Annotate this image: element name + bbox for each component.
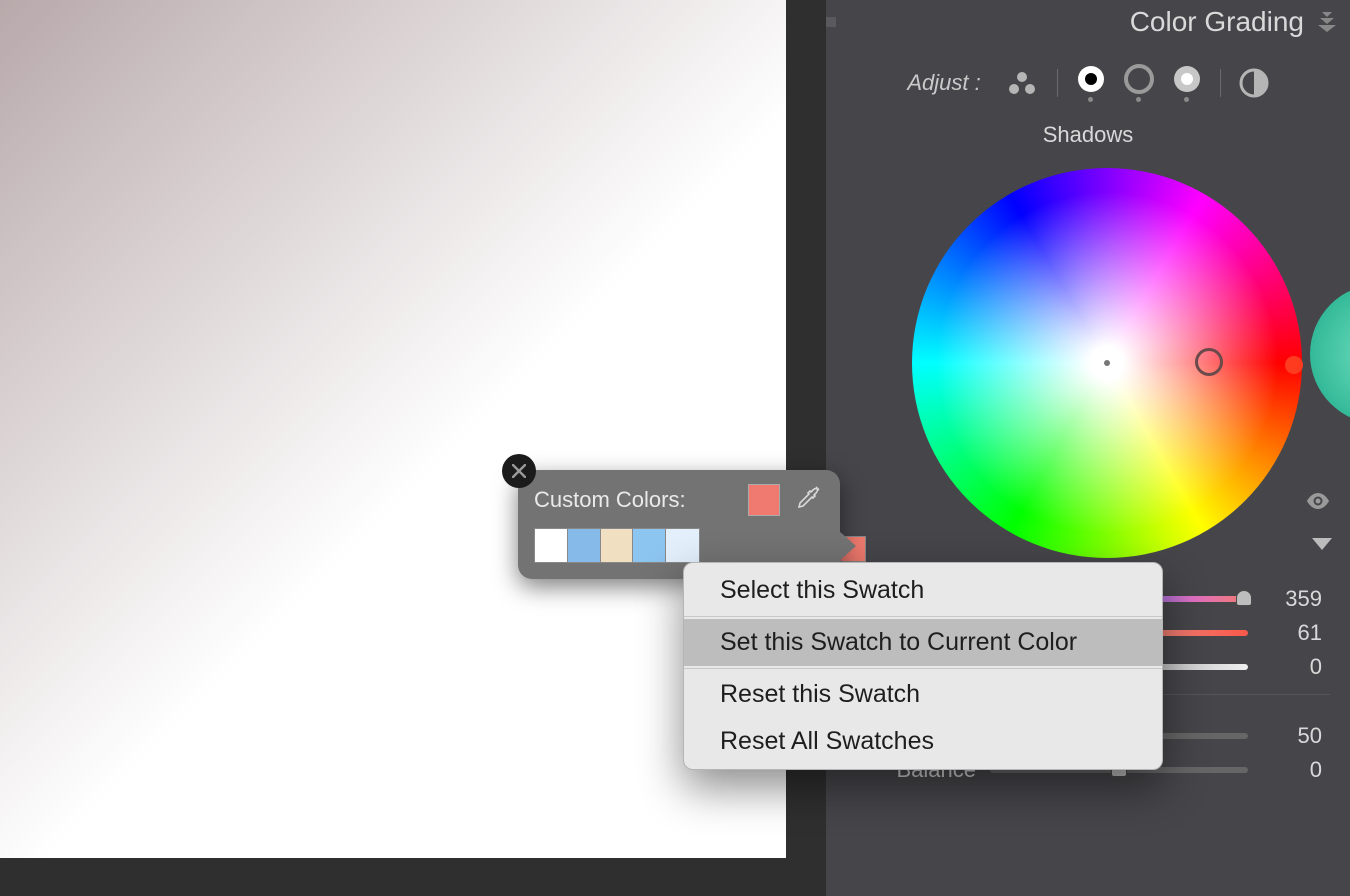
blending-value[interactable]: 50 xyxy=(1262,723,1322,749)
adjust-three-way-icon[interactable] xyxy=(1005,70,1039,96)
panel-drag-handle[interactable] xyxy=(826,17,836,27)
luminance-value[interactable]: 0 xyxy=(1262,654,1322,680)
eyedropper-icon[interactable] xyxy=(794,485,824,515)
adjust-highlights-icon[interactable] xyxy=(1172,64,1202,102)
menu-select-swatch[interactable]: Select this Swatch xyxy=(684,567,1162,614)
panel-menu-icon[interactable] xyxy=(1318,12,1336,32)
menu-reset-swatch[interactable]: Reset this Swatch xyxy=(684,671,1162,718)
swatch-context-menu: Select this Swatch Set this Swatch to Cu… xyxy=(683,562,1163,770)
close-button[interactable] xyxy=(502,454,536,488)
menu-separator xyxy=(684,616,1162,617)
adjust-global-icon[interactable] xyxy=(1239,68,1269,98)
menu-reset-all[interactable]: Reset All Swatches xyxy=(684,718,1162,765)
separator xyxy=(1220,69,1221,97)
wheel-center-icon xyxy=(1104,360,1110,366)
hue-value[interactable]: 359 xyxy=(1262,586,1322,612)
saturation-value[interactable]: 61 xyxy=(1262,620,1322,646)
separator xyxy=(1057,69,1058,97)
filmstrip-background xyxy=(0,858,786,896)
menu-set-swatch[interactable]: Set this Swatch to Current Color xyxy=(684,619,1162,666)
wheel-title: Shadows xyxy=(826,110,1350,164)
swatch-4[interactable] xyxy=(633,529,666,562)
swatch-row xyxy=(534,528,700,563)
current-color-preview[interactable] xyxy=(748,484,780,516)
wheel-hue-handle[interactable] xyxy=(1285,356,1303,374)
swatch-3[interactable] xyxy=(601,529,634,562)
popover-arrow xyxy=(838,530,856,562)
adjust-label: Adjust : xyxy=(907,70,980,96)
next-wheel-peek[interactable] xyxy=(1310,284,1350,424)
wheel-selection-handle[interactable] xyxy=(1195,348,1223,376)
expand-toggle-icon[interactable] xyxy=(1312,538,1332,550)
balance-value[interactable]: 0 xyxy=(1262,757,1322,783)
image-preview xyxy=(0,0,786,858)
adjust-midtones-icon[interactable] xyxy=(1124,64,1154,102)
adjust-shadows-icon[interactable] xyxy=(1076,64,1106,102)
panel-title: Color Grading xyxy=(1130,6,1304,38)
visibility-toggle-icon[interactable] xyxy=(1306,492,1330,515)
custom-colors-label: Custom Colors: xyxy=(534,487,734,513)
swatch-1[interactable] xyxy=(535,529,568,562)
adjust-mode-row: Adjust : xyxy=(826,50,1350,110)
menu-separator xyxy=(684,668,1162,669)
swatch-5[interactable] xyxy=(666,529,699,562)
swatch-2[interactable] xyxy=(568,529,601,562)
